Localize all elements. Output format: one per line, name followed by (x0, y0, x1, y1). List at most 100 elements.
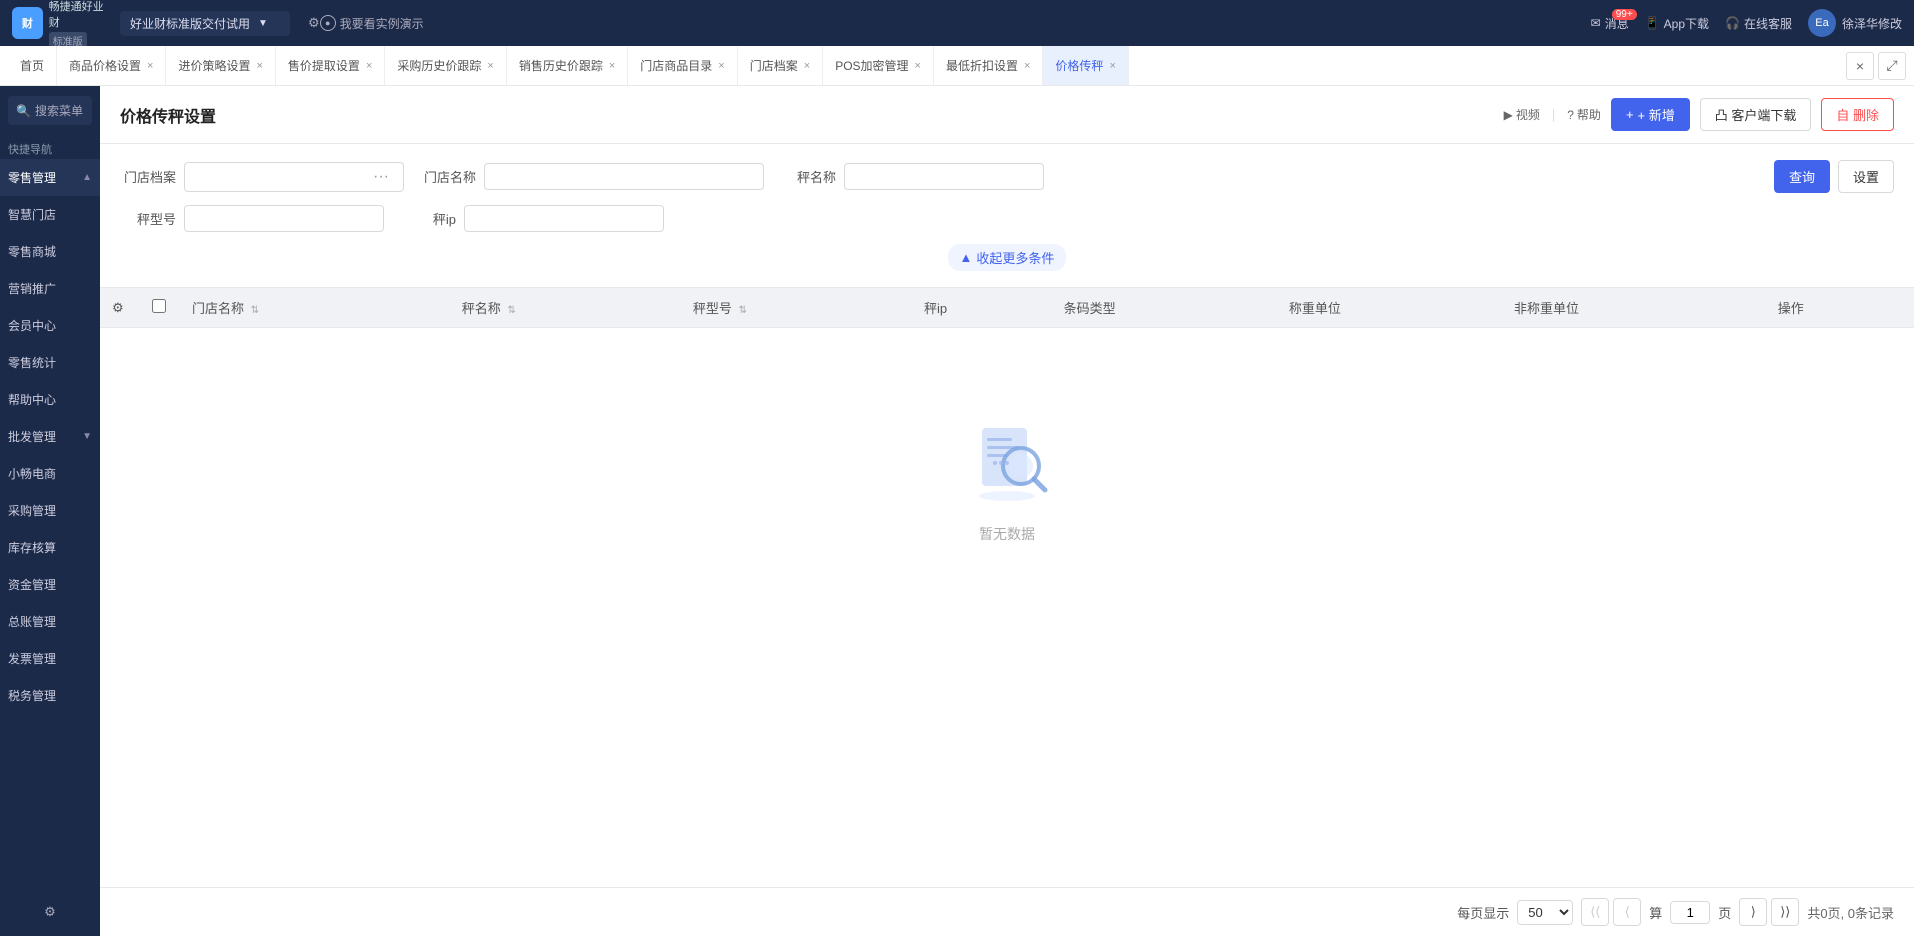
tab-close-btn[interactable]: × (1846, 52, 1874, 80)
chevron-up-icon: ▲ (82, 172, 92, 183)
collapse-up-icon: ▲ (960, 250, 973, 265)
tab-purchase-history-close[interactable]: × (487, 60, 493, 72)
delete-label: 自 删除 (1836, 105, 1879, 124)
store-profile-dots-btn[interactable]: ··· (369, 168, 393, 186)
th-check (140, 288, 180, 328)
prev-page-btn[interactable]: ⟨ (1613, 898, 1641, 926)
sidebar-item-inventory[interactable]: 库存核算 (0, 529, 100, 566)
th-barcode-type-label: 条码类型 (1064, 301, 1116, 316)
per-page-select[interactable]: 10 20 50 100 (1517, 900, 1573, 925)
scale-ip-input[interactable] (464, 205, 664, 232)
th-scale-model[interactable]: 秤型号 ⇅ (681, 288, 912, 328)
tab-sale-extract[interactable]: 售价提取设置 × (276, 46, 385, 86)
tab-store-profile[interactable]: 门店档案 × (738, 46, 823, 86)
gear-icon[interactable]: ⚙ (112, 300, 124, 315)
tab-store-catalog-close[interactable]: × (718, 60, 724, 72)
sidebar-item-ecommerce-label: 小畅电商 (8, 465, 56, 482)
tab-sale-history-close[interactable]: × (609, 60, 615, 72)
page-nav: ⟨⟨ ⟨ 算 页 ⟩ ⟩⟩ (1581, 898, 1799, 926)
video-link[interactable]: ▶ 视频 (1504, 106, 1540, 123)
sidebar-item-retail-stats-label: 零售统计 (8, 354, 56, 371)
sidebar-search[interactable]: 🔍 搜索菜单 (0, 86, 100, 135)
sidebar-item-retail-mgmt[interactable]: 零售管理 ▲ (0, 159, 100, 196)
store-profile-select[interactable]: ··· (184, 162, 404, 192)
demo-btn[interactable]: ● 我要看实例演示 (320, 15, 424, 32)
tab-sale-extract-close[interactable]: × (366, 60, 372, 72)
sidebar-item-smart-store[interactable]: 智慧门店 (0, 196, 100, 233)
sidebar-item-ecommerce[interactable]: 小畅电商 (0, 455, 100, 492)
sidebar-item-purchase[interactable]: 采购管理 (0, 492, 100, 529)
download-button[interactable]: 凸 客户端下载 (1700, 98, 1812, 131)
tab-goods-price[interactable]: 商品价格设置 × (57, 46, 166, 86)
tab-purchase-history[interactable]: 采购历史价跟踪 × (385, 46, 506, 86)
sidebar-item-marketing[interactable]: 营销推广 (0, 270, 100, 307)
env-gear-icon[interactable]: ⚙ (308, 15, 320, 31)
first-page-btn[interactable]: ⟨⟨ (1581, 898, 1609, 926)
tab-pos-security[interactable]: POS加密管理 × (823, 46, 934, 86)
th-weight-unit-label: 称重单位 (1289, 301, 1341, 316)
sort-icon: ⇅ (507, 305, 515, 316)
total-info: 共0页, 0条记录 (1807, 903, 1894, 922)
search-btn[interactable]: 🔍 搜索菜单 (8, 96, 92, 125)
sidebar-item-wholesale[interactable]: 批发管理 ▼ (0, 418, 100, 455)
avatar-initials: Ea (1815, 17, 1828, 29)
env-selector-label: 好业财标准版交付试用 (130, 15, 250, 32)
logo-area: 财 畅捷通好业财 标准版 (12, 0, 112, 49)
th-scale-ip-label: 秤ip (924, 301, 947, 316)
sidebar-item-help[interactable]: 帮助中心 (0, 381, 100, 418)
tab-home[interactable]: 首页 (8, 46, 57, 86)
messages-btn[interactable]: ✉ 消息 99+ (1591, 15, 1629, 32)
online-service-btn[interactable]: 🎧 在线客服 (1725, 15, 1792, 32)
sidebar-item-ledger[interactable]: 总账管理 (0, 603, 100, 640)
scale-model-input[interactable] (184, 205, 384, 232)
tab-goods-price-close[interactable]: × (147, 60, 153, 72)
sidebar-item-member[interactable]: 会员中心 (0, 307, 100, 344)
setting-button[interactable]: 设置 (1838, 160, 1894, 193)
app-wrapper: 财 畅捷通好业财 标准版 好业财标准版交付试用 ▼ ⚙ ● 我要看实例演示 ✉ … (0, 0, 1914, 936)
tab-price-scale-close[interactable]: × (1109, 60, 1115, 72)
empty-state: 暂无数据 (100, 328, 1914, 624)
sidebar-settings-btn[interactable]: ⚙ (8, 896, 92, 928)
sidebar-item-finance[interactable]: 资金管理 (0, 566, 100, 603)
tab-maximize-btn[interactable]: ⤢ (1878, 52, 1906, 80)
tab-min-discount-label: 最低折扣设置 (946, 57, 1018, 74)
query-button[interactable]: 查询 (1774, 160, 1830, 193)
tab-min-discount[interactable]: 最低折扣设置 × (934, 46, 1043, 86)
content-area: 价格传秤设置 ▶ 视频 | ? 帮助 + + 新增 (100, 86, 1914, 936)
sidebar-item-retail-stats[interactable]: 零售统计 (0, 344, 100, 381)
th-scale-name-label: 秤名称 (462, 301, 501, 316)
th-store-name[interactable]: 门店名称 ⇅ (180, 288, 450, 328)
tab-purchase-strategy[interactable]: 进价策略设置 × (166, 46, 275, 86)
sidebar-item-retail-mall[interactable]: 零售商城 (0, 233, 100, 270)
env-selector[interactable]: 好业财标准版交付试用 ▼ (120, 11, 290, 36)
logo-title: 畅捷通好业财 (49, 0, 112, 30)
tab-sale-history[interactable]: 销售历史价跟踪 × (507, 46, 628, 86)
chevron-down-icon: ▼ (258, 18, 268, 29)
select-all-checkbox[interactable] (152, 299, 166, 313)
sidebar-item-tax[interactable]: 税务管理 (0, 677, 100, 714)
th-scale-name[interactable]: 秤名称 ⇅ (450, 288, 681, 328)
add-button[interactable]: + + 新增 (1611, 98, 1690, 131)
scale-name-input[interactable] (844, 163, 1044, 190)
page-number-input[interactable] (1670, 901, 1710, 924)
tab-min-discount-close[interactable]: × (1024, 60, 1030, 72)
help-link[interactable]: ? 帮助 (1567, 106, 1601, 123)
sidebar-item-invoice[interactable]: 发票管理 (0, 640, 100, 677)
last-page-btn[interactable]: ⟩⟩ (1771, 898, 1799, 926)
app-download-btn[interactable]: 📱 App下载 (1645, 15, 1709, 32)
sidebar-item-finance-label: 资金管理 (8, 576, 56, 593)
store-name-input[interactable] (484, 163, 764, 190)
tab-price-scale[interactable]: 价格传秤 × (1043, 46, 1128, 86)
user-area[interactable]: Ea 徐泽华修改 (1808, 9, 1902, 37)
tab-purchase-strategy-close[interactable]: × (256, 60, 262, 72)
page-actions: ▶ 视频 | ? 帮助 + + 新增 凸 客户端下载 (1504, 98, 1894, 131)
collapse-row: ▲ 收起更多条件 (120, 244, 1894, 271)
tab-pos-security-close[interactable]: × (915, 60, 921, 72)
delete-button[interactable]: 自 删除 (1821, 98, 1894, 131)
sidebar-item-retail-mall-label: 零售商城 (8, 243, 56, 260)
tab-store-catalog[interactable]: 门店商品目录 × (628, 46, 737, 86)
th-weight-unit: 称重单位 (1277, 288, 1502, 328)
tab-store-profile-close[interactable]: × (804, 60, 810, 72)
next-page-btn[interactable]: ⟩ (1739, 898, 1767, 926)
collapse-btn[interactable]: ▲ 收起更多条件 (948, 244, 1067, 271)
